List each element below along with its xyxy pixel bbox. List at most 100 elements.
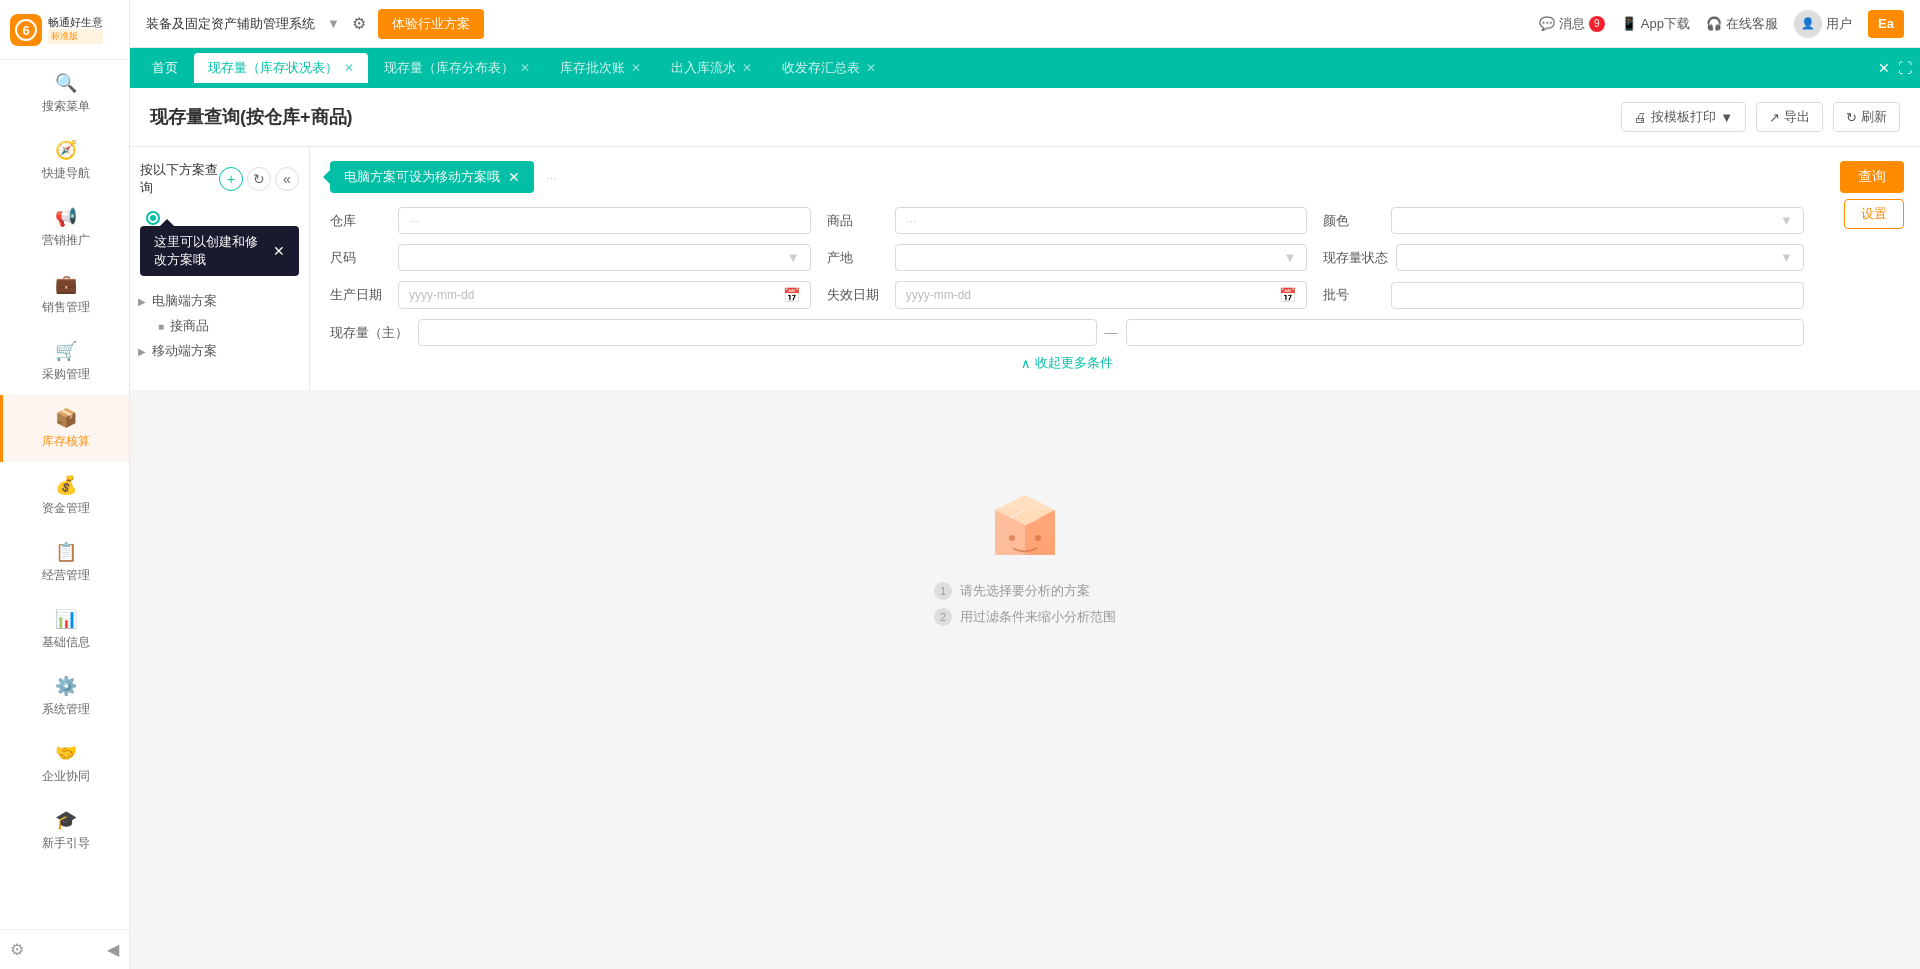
sidebar-item-label: 销售管理 xyxy=(42,299,90,316)
tab-close-batch-ledger[interactable]: ✕ xyxy=(631,61,641,75)
cart-icon: 🛒 xyxy=(55,340,77,362)
sidebar-item-quick-nav[interactable]: 🧭 快捷导航 xyxy=(0,127,129,194)
batch-input[interactable] xyxy=(1391,282,1804,309)
tab-home-label: 首页 xyxy=(152,59,178,77)
prod-date-cal-icon: 📅 xyxy=(783,287,800,303)
message-icon: 💬 xyxy=(1539,16,1555,31)
sidebar-item-basic[interactable]: 📊 基础信息 xyxy=(0,596,129,663)
tab-inventory-status[interactable]: 现存量（库存状况表） ✕ xyxy=(194,53,368,83)
header-right: 💬 消息 9 📱 App下载 🎧 在线客服 👤 用户 Ea xyxy=(1539,10,1904,38)
tab-close-receivable-summary[interactable]: ✕ xyxy=(866,61,876,75)
mobile-scheme-item[interactable]: ▶ 移动端方案 xyxy=(130,338,309,364)
online-service-btn[interactable]: 🎧 在线客服 xyxy=(1706,15,1778,33)
export-icon: ↗ xyxy=(1769,110,1780,125)
gear-icon: ⚙️ xyxy=(55,675,77,697)
sub-scheme-item[interactable]: ■ 接商品 xyxy=(150,314,309,338)
clipboard-icon: 📋 xyxy=(55,541,77,563)
refresh-icon: ↻ xyxy=(1846,110,1857,125)
sidebar-item-enterprise[interactable]: 🤝 企业协同 xyxy=(0,730,129,797)
filter-row-3: 生产日期 yyyy-mm-dd 📅 失效日期 yyyy-mm-dd 📅 xyxy=(330,281,1804,309)
edit-tooltip-close-btn[interactable]: ✕ xyxy=(273,243,285,259)
scheme-action-btns: + ↻ « xyxy=(219,167,299,191)
collapse-filters-btn[interactable]: ∧ 收起更多条件 xyxy=(330,346,1804,376)
logo-icon: 6 xyxy=(10,14,42,46)
batch-label: 批号 xyxy=(1323,286,1383,304)
search-button[interactable]: 查询 xyxy=(1840,161,1904,193)
edit-tooltip-text: 这里可以创建和修改方案哦 xyxy=(154,233,265,269)
settings-icon[interactable]: ⚙ xyxy=(10,940,24,959)
scheme-tooltip: 电脑方案可设为移动方案哦 ✕ xyxy=(330,161,534,193)
app-download-btn[interactable]: 📱 App下载 xyxy=(1621,15,1690,33)
tab-inventory-dist[interactable]: 现存量（库存分布表） ✕ xyxy=(370,53,544,83)
warehouse-dots: ··· xyxy=(409,213,420,228)
prod-date-label: 生产日期 xyxy=(330,286,390,304)
product-field: 商品 ··· xyxy=(827,207,1308,234)
tab-close-all-icon[interactable]: ✕ xyxy=(1878,60,1890,76)
sidebar-item-label: 库存核算 xyxy=(42,433,90,450)
color-select[interactable]: ▼ xyxy=(1391,207,1804,234)
size-select[interactable]: ▼ xyxy=(398,244,811,271)
sidebar-item-marketing[interactable]: 📢 营销推广 xyxy=(0,194,129,261)
product-dots: ··· xyxy=(906,213,917,228)
experience-button[interactable]: 体验行业方案 xyxy=(378,9,484,39)
messages-badge: 9 xyxy=(1589,16,1605,32)
svg-text:6: 6 xyxy=(22,23,29,38)
scheme-tooltip-close-btn[interactable]: ✕ xyxy=(508,169,520,185)
page-actions: 🖨 按模板打印 ▼ ↗ 导出 ↻ 刷新 xyxy=(1621,102,1900,146)
back-scheme-button[interactable]: « xyxy=(275,167,299,191)
filter-rows: 仓库 ··· 商品 ··· 颜色 xyxy=(330,207,1804,346)
collapse-sidebar-icon[interactable]: ◀ xyxy=(107,940,119,959)
print-label: 按模板打印 xyxy=(1651,108,1716,126)
warehouse-select[interactable]: ··· xyxy=(398,207,811,234)
print-button[interactable]: 🖨 按模板打印 ▼ xyxy=(1621,102,1746,132)
refresh-scheme-button[interactable]: ↻ xyxy=(247,167,271,191)
tab-close-in-out-flow[interactable]: ✕ xyxy=(742,61,752,75)
product-select[interactable]: ··· xyxy=(895,207,1308,234)
stock-min-input[interactable] xyxy=(418,319,1097,346)
add-scheme-button[interactable]: + xyxy=(219,167,243,191)
sidebar-item-search[interactable]: 🔍 搜索菜单 xyxy=(0,60,129,127)
sidebar-item-finance[interactable]: 💰 资金管理 xyxy=(0,462,129,529)
sidebar-item-purchase[interactable]: 🛒 采购管理 xyxy=(0,328,129,395)
stock-range-dash: — xyxy=(1105,325,1118,340)
refresh-button[interactable]: ↻ 刷新 xyxy=(1833,102,1900,132)
dropdown-arrow-icon[interactable]: ▼ xyxy=(327,16,340,31)
stock-max-input[interactable] xyxy=(1126,319,1805,346)
sidebar-item-guide[interactable]: 🎓 新手引导 xyxy=(0,797,129,864)
desktop-scheme-sub: ■ 接商品 xyxy=(130,314,309,338)
tab-home[interactable]: 首页 xyxy=(138,53,192,83)
tab-close-inventory-dist[interactable]: ✕ xyxy=(520,61,530,75)
tab-receivable-summary[interactable]: 收发存汇总表 ✕ xyxy=(768,53,890,83)
desktop-scheme-item[interactable]: ▶ 电脑端方案 xyxy=(130,288,309,314)
settings-btn[interactable]: ⚙ xyxy=(352,14,366,33)
box-icon: 📦 xyxy=(55,407,77,429)
step-2-text: 用过滤条件来缩小分析范围 xyxy=(960,608,1116,626)
tab-maximize-icon[interactable]: ⛶ xyxy=(1898,60,1912,76)
messages-btn[interactable]: 💬 消息 9 xyxy=(1539,15,1605,33)
tab-batch-ledger[interactable]: 库存批次账 ✕ xyxy=(546,53,655,83)
tab-batch-ledger-label: 库存批次账 xyxy=(560,59,625,77)
origin-select[interactable]: ▼ xyxy=(895,244,1308,271)
user-avatar[interactable]: 👤 用户 xyxy=(1794,10,1852,38)
expire-date-input[interactable]: yyyy-mm-dd 📅 xyxy=(895,281,1308,309)
search-icon: 🔍 xyxy=(55,72,77,94)
tab-close-inventory-status[interactable]: ✕ xyxy=(344,61,354,75)
stock-status-select[interactable]: ▼ xyxy=(1396,244,1804,271)
prod-date-input[interactable]: yyyy-mm-dd 📅 xyxy=(398,281,811,309)
edit-tooltip-container: 这里可以创建和修改方案哦 ✕ xyxy=(140,226,299,276)
sidebar-item-system[interactable]: ⚙️ 系统管理 xyxy=(0,663,129,730)
tab-in-out-flow[interactable]: 出入库流水 ✕ xyxy=(657,53,766,83)
sidebar-item-operation[interactable]: 📋 经营管理 xyxy=(0,529,129,596)
sidebar-item-sales[interactable]: 💼 销售管理 xyxy=(0,261,129,328)
export-button[interactable]: ↗ 导出 xyxy=(1756,102,1823,132)
prod-date-placeholder: yyyy-mm-dd xyxy=(409,288,474,302)
sidebar-item-inventory[interactable]: 📦 库存核算 xyxy=(0,395,129,462)
top-header: 装备及固定资产辅助管理系统 ▼ ⚙ 体验行业方案 💬 消息 9 📱 App下载 … xyxy=(130,0,1920,48)
tab-in-out-flow-label: 出入库流水 xyxy=(671,59,736,77)
set-button[interactable]: 设置 xyxy=(1844,199,1904,229)
tab-bar: 首页 现存量（库存状况表） ✕ 现存量（库存分布表） ✕ 库存批次账 ✕ 出入库… xyxy=(130,48,1920,88)
app-download-label: App下载 xyxy=(1641,15,1690,33)
dot-connector xyxy=(130,205,309,226)
expire-date-field: 失效日期 yyyy-mm-dd 📅 xyxy=(827,281,1308,309)
filter-left-panel: 按以下方案查询 + ↻ « 这里可以创建和修改方案哦 ✕ xyxy=(130,147,310,390)
